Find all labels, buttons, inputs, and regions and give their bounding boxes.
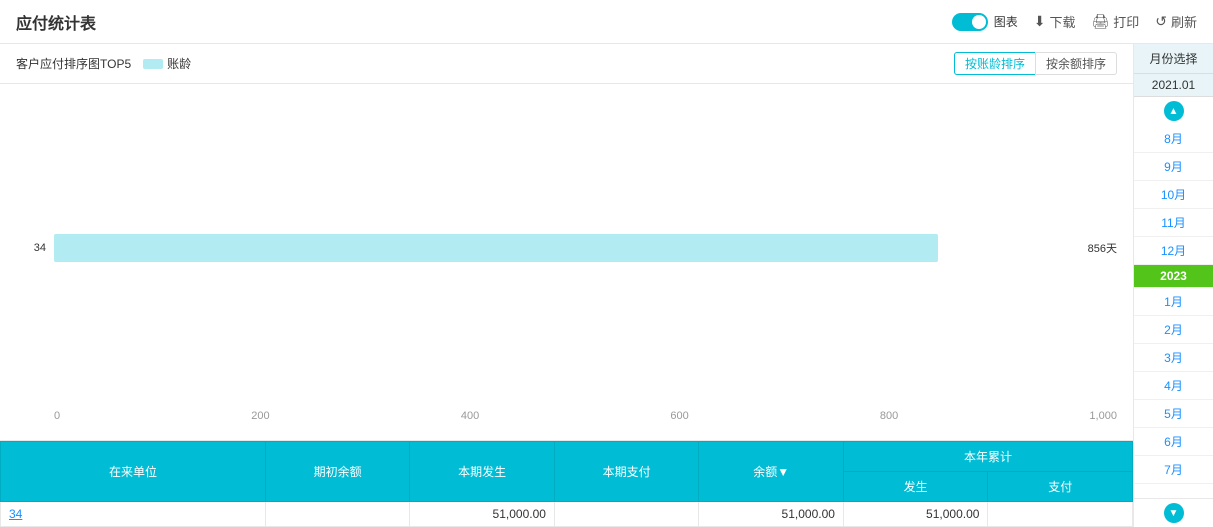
panel-year-value: 2021.01 <box>1134 74 1213 97</box>
bar-fill <box>54 234 938 262</box>
month-item-7[interactable]: 7月 <box>1134 456 1213 484</box>
legend-item-aging: 账龄 <box>143 55 191 72</box>
table-body: 34 51,000.00 51,000.00 51,000.00 <box>1 502 1133 527</box>
cell-balance: 51,000.00 <box>699 502 844 527</box>
x-label-1000: 1,000 <box>1089 410 1117 422</box>
col-current-pay: 本期支付 <box>554 442 699 502</box>
toggle-track <box>952 13 988 31</box>
cell-ytd-occur: 51,000.00 <box>843 502 988 527</box>
table-header-row: 在来单位 期初余额 本期发生 本期支付 余额▼ 本年累计 <box>1 442 1133 472</box>
col-ytd-pay: 支付 <box>988 472 1133 502</box>
print-label: 打印 <box>1113 12 1139 31</box>
x-axis: 0 200 400 600 800 1,000 <box>16 410 1117 422</box>
month-item-1[interactable]: 1月 <box>1134 288 1213 316</box>
bar-row-label: 34 <box>16 242 46 254</box>
col-ytd-group: 本年累计 <box>843 442 1132 472</box>
up-arrow-icon[interactable]: ▲ <box>1164 101 1184 121</box>
panel-nav-down[interactable]: ▼ <box>1134 498 1213 527</box>
cell-current-pay <box>554 502 699 527</box>
down-arrow-icon[interactable]: ▼ <box>1164 503 1184 523</box>
chart-toggle[interactable]: 图表 <box>952 13 1018 31</box>
main-content: 客户应付排序图TOP5 账龄 按账龄排序 按余额排序 34 <box>0 44 1213 527</box>
panel-nav-up[interactable]: ▲ <box>1134 97 1213 125</box>
bar-container <box>54 234 1082 262</box>
chart-top-bar: 客户应付排序图TOP5 账龄 按账龄排序 按余额排序 <box>0 44 1133 84</box>
month-item-5[interactable]: 5月 <box>1134 400 1213 428</box>
right-panel: 月份选择 2021.01 ▲ 8月 9月 10月 11月 12月 2023 1月… <box>1133 44 1213 527</box>
month-item-12[interactable]: 12月 <box>1134 237 1213 265</box>
table-section: 在来单位 期初余额 本期发生 本期支付 余额▼ 本年累计 发生 支付 <box>0 440 1133 527</box>
month-item-9[interactable]: 9月 <box>1134 153 1213 181</box>
col-balance: 余额▼ <box>699 442 844 502</box>
cell-current-occur: 51,000.00 <box>410 502 555 527</box>
chart-section: 客户应付排序图TOP5 账龄 按账龄排序 按余额排序 34 <box>0 44 1133 527</box>
cell-ytd-pay <box>988 502 1133 527</box>
bar-end-label: 856天 <box>1088 240 1117 256</box>
month-item-10[interactable]: 10月 <box>1134 181 1213 209</box>
year-label-2023[interactable]: 2023 <box>1134 265 1213 288</box>
sort-by-balance-button[interactable]: 按余额排序 <box>1035 52 1117 75</box>
month-list: 8月 9月 10月 11月 12月 2023 1月 2月 3月 4月 5月 6月… <box>1134 125 1213 498</box>
data-table: 在来单位 期初余额 本期发生 本期支付 余额▼ 本年累计 发生 支付 <box>0 441 1133 527</box>
x-label-800: 800 <box>880 410 898 422</box>
month-item-4[interactable]: 4月 <box>1134 372 1213 400</box>
legend-title: 客户应付排序图TOP5 <box>16 55 131 72</box>
download-label: 下载 <box>1049 12 1075 31</box>
col-ytd-occur: 发生 <box>843 472 988 502</box>
month-item-11[interactable]: 11月 <box>1134 209 1213 237</box>
chart-label: 图表 <box>994 13 1018 30</box>
sort-buttons: 按账龄排序 按余额排序 <box>954 52 1117 75</box>
download-icon: ⬇ <box>1034 13 1046 30</box>
month-item-3[interactable]: 3月 <box>1134 344 1213 372</box>
table-row: 34 51,000.00 51,000.00 51,000.00 <box>1 502 1133 527</box>
page-title: 应付统计表 <box>16 10 96 34</box>
refresh-label: 刷新 <box>1171 12 1197 31</box>
legend-color-aging <box>143 59 163 69</box>
month-item-2[interactable]: 2月 <box>1134 316 1213 344</box>
x-label-600: 600 <box>670 410 688 422</box>
col-opening: 期初余额 <box>265 442 410 502</box>
x-label-200: 200 <box>251 410 269 422</box>
bar-row: 34 856天 <box>16 234 1117 262</box>
sort-by-amount-button[interactable]: 按账龄排序 <box>954 52 1035 75</box>
download-button[interactable]: ⬇ 下载 <box>1034 12 1076 31</box>
header-actions: 图表 ⬇ 下载 🖨 打印 ↺ 刷新 <box>952 12 1197 31</box>
chart-body: 34 856天 0 200 400 600 800 1,000 <box>0 84 1133 440</box>
print-icon: 🖨 <box>1091 13 1109 30</box>
month-item-6[interactable]: 6月 <box>1134 428 1213 456</box>
toggle-thumb <box>972 15 986 29</box>
cell-opening <box>265 502 410 527</box>
cell-unit[interactable]: 34 <box>1 502 266 527</box>
legend-label-aging: 账龄 <box>167 55 191 72</box>
x-label-400: 400 <box>461 410 479 422</box>
panel-header: 月份选择 <box>1134 44 1213 74</box>
x-label-0: 0 <box>54 410 60 422</box>
refresh-button[interactable]: ↺ 刷新 <box>1155 12 1197 31</box>
refresh-icon: ↺ <box>1155 13 1167 30</box>
print-button[interactable]: 🖨 打印 <box>1091 12 1139 31</box>
col-current-occur: 本期发生 <box>410 442 555 502</box>
chart-legend: 客户应付排序图TOP5 账龄 <box>16 55 191 72</box>
month-item-8[interactable]: 8月 <box>1134 125 1213 153</box>
col-unit: 在来单位 <box>1 442 266 502</box>
